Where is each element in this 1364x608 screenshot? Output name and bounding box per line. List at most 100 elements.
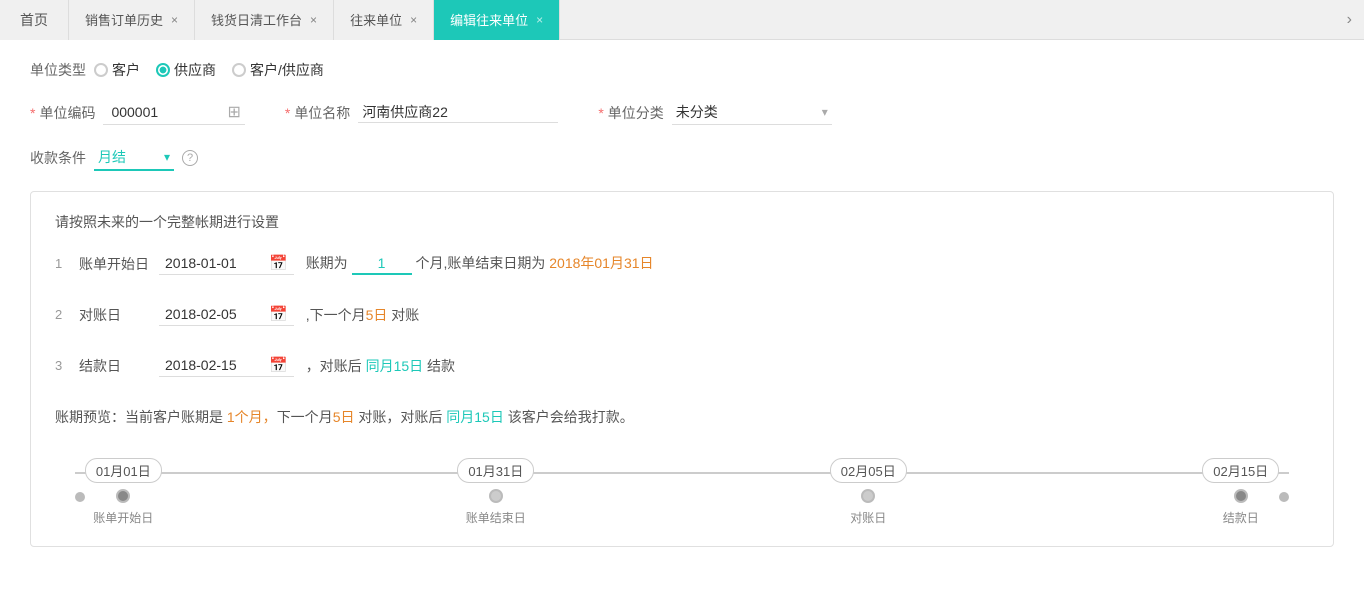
setting-row-3: 3 结款日 📅 ，对账后 同月15日 结款 xyxy=(55,354,1309,377)
tab-cash-workbench-label: 钱货日清工作台 xyxy=(211,10,302,29)
radio-both-circle xyxy=(232,63,246,77)
row-num-2: 2 xyxy=(55,307,79,322)
timeline-dot-right xyxy=(1279,492,1289,502)
unit-code-label: 单位编码 xyxy=(39,103,95,123)
reconcile-date-field: 📅 xyxy=(159,303,294,326)
tab-sales-history-label: 销售订单历史 xyxy=(85,10,163,29)
tab-sales-history[interactable]: 销售订单历史 × xyxy=(69,0,195,40)
radio-customer-label: 客户 xyxy=(112,60,140,80)
timeline-node-2-date: 01月31日 xyxy=(457,458,534,483)
payment-condition-row: 收款条件 月结 ▾ ? xyxy=(30,145,1334,171)
unit-name-star: * xyxy=(285,105,290,121)
timeline-node-2-label: 账单结束日 xyxy=(466,509,526,526)
timeline-node-1-label: 账单开始日 xyxy=(93,509,153,526)
preview-payment-suffix: 该客户会给我打款。 xyxy=(504,409,634,425)
row-2-text: 对账 xyxy=(387,307,419,323)
row-label-2: 对账日 xyxy=(79,305,159,325)
row-label-3: 结款日 xyxy=(79,356,159,376)
payment-date-calendar-icon[interactable]: 📅 xyxy=(269,356,288,374)
billing-end-date: 2018年01月31日 xyxy=(549,255,653,271)
timeline-node-3-date: 02月05日 xyxy=(830,458,907,483)
period-text: 账期为 xyxy=(306,255,352,271)
timeline-node-4: 02月15日 结款日 xyxy=(1202,458,1279,526)
unit-name-input[interactable] xyxy=(358,102,558,123)
radio-both-label: 客户/供应商 xyxy=(250,60,324,80)
tab-expand-button[interactable]: › xyxy=(1335,0,1364,40)
timeline-node-1: 01月01日 账单开始日 xyxy=(85,458,162,526)
timeline-node-1-date: 01月01日 xyxy=(85,458,162,483)
unit-type-row: 单位类型 客户 供应商 客户/供应商 xyxy=(30,60,1334,80)
timeline-node-4-label: 结款日 xyxy=(1223,509,1259,526)
radio-supplier-label: 供应商 xyxy=(174,60,216,80)
reconcile-date-input[interactable] xyxy=(165,306,265,322)
row-2-suffix: ,下一个月5日 对账 xyxy=(306,305,420,325)
start-date-field: 📅 xyxy=(159,252,294,275)
preview-period: 1个月， xyxy=(227,409,277,425)
radio-both[interactable]: 客户/供应商 xyxy=(232,60,324,80)
timeline: 01月01日 账单开始日 01月31日 账单结束日 02月05日 对账日 02月… xyxy=(55,458,1309,526)
payment-condition-value: 月结 xyxy=(98,147,160,167)
unit-code-input[interactable] xyxy=(107,102,227,122)
setting-row-2: 2 对账日 📅 ,下一个月5日 对账 xyxy=(55,303,1309,326)
row-label-1: 账单开始日 xyxy=(79,254,159,274)
timeline-node-4-dot xyxy=(1234,489,1248,503)
unit-category-label: 单位分类 xyxy=(608,103,664,123)
timeline-dot-left xyxy=(75,492,85,502)
tab-cash-workbench-close[interactable]: × xyxy=(310,13,317,27)
timeline-node-1-dot xyxy=(116,489,130,503)
unit-code-input-wrapper: ⊞ xyxy=(103,100,244,125)
preview-label: 账期预览：当前客户账期是 xyxy=(55,409,227,425)
unit-info-row: * 单位编码 ⊞ * 单位名称 * 单位分类 未分类 ▾ xyxy=(30,100,1334,125)
unit-code-copy-icon[interactable]: ⊞ xyxy=(227,102,240,122)
payment-condition-arrow-icon: ▾ xyxy=(164,150,170,164)
reconcile-day: 5日 xyxy=(366,307,388,323)
tab-partner-units[interactable]: 往来单位 × xyxy=(334,0,434,40)
row-3-suffix: ，对账后 同月15日 结款 xyxy=(306,356,455,376)
tab-partner-units-label: 往来单位 xyxy=(350,10,402,29)
row-1-suffix: 账期为 个月,账单结束日期为 2018年01月31日 xyxy=(306,253,654,275)
tab-partner-units-close[interactable]: × xyxy=(410,13,417,27)
preview-text: 账期预览：当前客户账期是 1个月，下一个月5日 对账，对账后 同月15日 该客户… xyxy=(55,405,1309,430)
payment-date-input[interactable] xyxy=(165,357,265,373)
radio-supplier[interactable]: 供应商 xyxy=(156,60,216,80)
unit-code-star: * xyxy=(30,105,35,121)
radio-customer[interactable]: 客户 xyxy=(94,60,140,80)
timeline-items: 01月01日 账单开始日 01月31日 账单结束日 02月05日 对账日 02月… xyxy=(85,458,1279,526)
tab-edit-partner[interactable]: 编辑往来单位 × xyxy=(434,0,560,40)
start-date-calendar-icon[interactable]: 📅 xyxy=(269,254,288,272)
help-icon[interactable]: ? xyxy=(182,150,198,166)
tab-sales-history-close[interactable]: × xyxy=(171,13,178,27)
payment-condition-select[interactable]: 月结 ▾ xyxy=(94,145,174,171)
row-3-text: 结款 xyxy=(423,358,455,374)
unit-type-label: 单位类型 xyxy=(30,60,86,80)
timeline-node-3: 02月05日 对账日 xyxy=(830,458,907,526)
payment-date-field: 📅 xyxy=(159,354,294,377)
unit-name-field: * 单位名称 xyxy=(285,102,558,123)
payment-condition-label: 收款条件 xyxy=(30,148,86,168)
row-num-1: 1 xyxy=(55,256,79,271)
period-month-text: 个月,账单结束日期为 xyxy=(415,255,549,271)
tab-bar: 首页 销售订单历史 × 钱货日清工作台 × 往来单位 × 编辑往来单位 × › xyxy=(0,0,1364,40)
row-num-3: 3 xyxy=(55,358,79,373)
timeline-node-3-label: 对账日 xyxy=(850,509,886,526)
period-input[interactable] xyxy=(352,253,412,275)
timeline-node-2-dot xyxy=(489,489,503,503)
settings-card: 请按照未来的一个完整帐期进行设置 1 账单开始日 📅 账期为 个月,账单结束日期… xyxy=(30,191,1334,547)
timeline-node-4-date: 02月15日 xyxy=(1202,458,1279,483)
unit-category-field: * 单位分类 未分类 ▾ xyxy=(598,100,831,125)
unit-category-value: 未分类 xyxy=(676,102,818,122)
timeline-node-2: 01月31日 账单结束日 xyxy=(457,458,534,526)
reconcile-date-calendar-icon[interactable]: 📅 xyxy=(269,305,288,323)
preview-reconcile-prefix: 下一个月 xyxy=(277,409,333,425)
unit-name-label: 单位名称 xyxy=(294,103,350,123)
unit-category-arrow-icon: ▾ xyxy=(822,105,828,119)
unit-category-star: * xyxy=(598,105,603,121)
unit-code-field: * 单位编码 ⊞ xyxy=(30,100,245,125)
tab-cash-workbench[interactable]: 钱货日清工作台 × xyxy=(195,0,334,40)
tab-edit-partner-close[interactable]: × xyxy=(536,13,543,27)
unit-category-select[interactable]: 未分类 ▾ xyxy=(672,100,832,125)
radio-customer-circle xyxy=(94,63,108,77)
main-content: 单位类型 客户 供应商 客户/供应商 * 单位编码 ⊞ xyxy=(0,40,1364,608)
tab-home[interactable]: 首页 xyxy=(0,0,69,40)
start-date-input[interactable] xyxy=(165,255,265,271)
